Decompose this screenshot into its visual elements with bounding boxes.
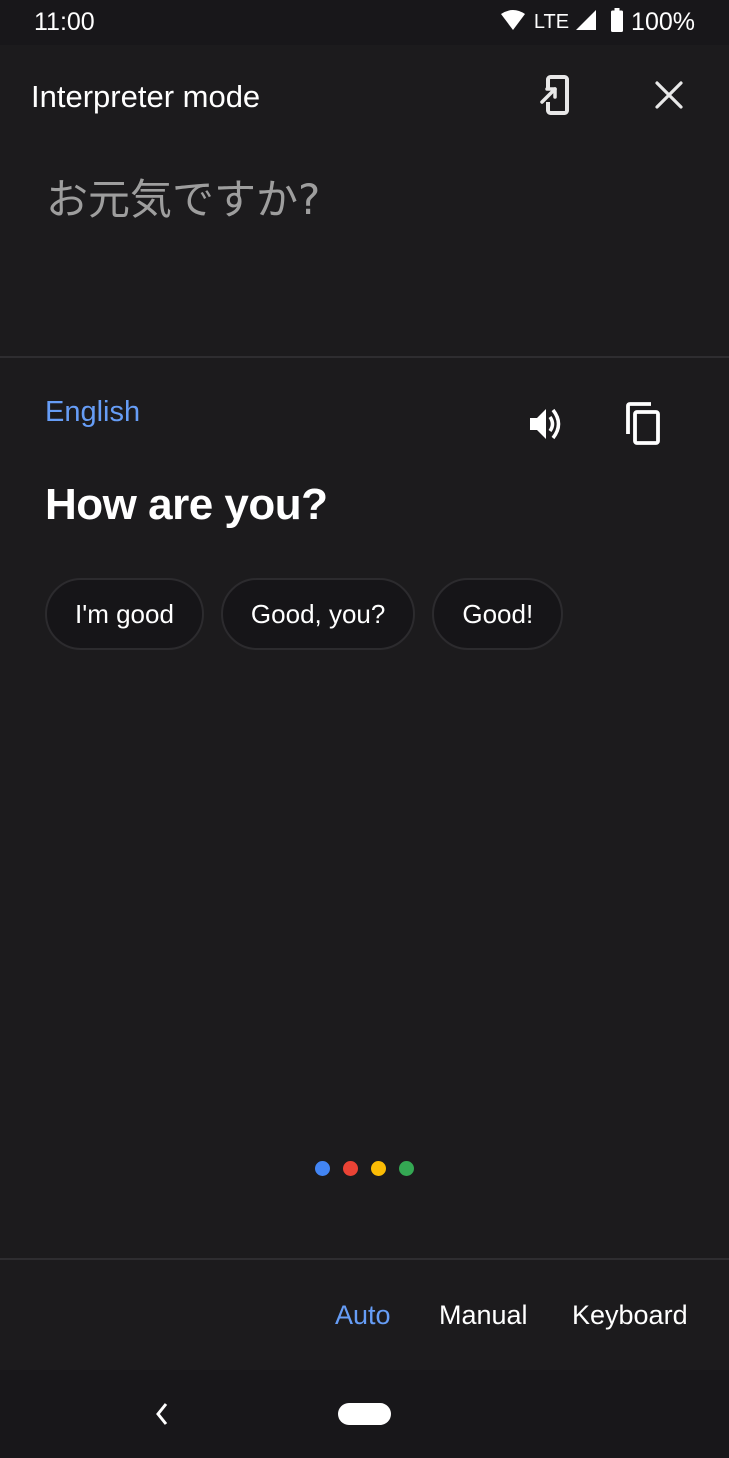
battery-icon: [611, 7, 624, 37]
app-bar: Interpreter mode: [0, 45, 729, 150]
back-chevron-icon: [156, 1403, 168, 1425]
listening-dot-blue: [315, 1161, 330, 1176]
suggestion-chip[interactable]: Good!: [432, 578, 564, 650]
mode-tab-keyboard[interactable]: Keyboard: [572, 1300, 688, 1331]
copy-translation-button[interactable]: [615, 398, 671, 454]
source-text: お元気ですか?: [46, 175, 321, 224]
open-in-phone-icon: [536, 74, 572, 121]
home-button[interactable]: [338, 1403, 391, 1425]
mode-tab-auto[interactable]: Auto: [335, 1300, 391, 1331]
wifi-icon: [500, 9, 526, 36]
cellular-signal-icon: [575, 9, 597, 36]
page-title: Interpreter mode: [31, 79, 261, 114]
listening-dot-yellow: [371, 1161, 386, 1176]
speak-translation-button[interactable]: [519, 398, 575, 454]
close-button[interactable]: [641, 69, 697, 125]
network-type: LTE: [533, 10, 570, 33]
status-bar: 11:00 LTE 100%: [0, 0, 729, 45]
status-icons: LTE 100%: [500, 7, 695, 37]
suggestion-chip[interactable]: I'm good: [45, 578, 204, 650]
translated-text: How are you?: [45, 480, 328, 529]
battery-percent: 100%: [631, 7, 695, 36]
listening-dot-red: [343, 1161, 358, 1176]
input-mode-bar: Auto Manual Keyboard: [0, 1260, 729, 1370]
status-time: 11:00: [34, 8, 95, 36]
open-in-phone-button[interactable]: [526, 69, 582, 125]
close-icon: [655, 80, 683, 114]
listening-dot-green: [399, 1161, 414, 1176]
mode-tab-manual[interactable]: Manual: [439, 1300, 528, 1331]
system-nav-bar: [0, 1370, 729, 1458]
back-button[interactable]: [150, 1400, 174, 1428]
divider: [0, 356, 729, 358]
speaker-icon: [528, 406, 566, 447]
target-language-label: English: [45, 396, 141, 428]
listening-indicator: [315, 1161, 414, 1176]
suggestion-chip[interactable]: Good, you?: [220, 578, 416, 650]
suggestion-chips: I'm good Good, you? Good!: [45, 578, 564, 650]
copy-icon: [624, 401, 662, 451]
